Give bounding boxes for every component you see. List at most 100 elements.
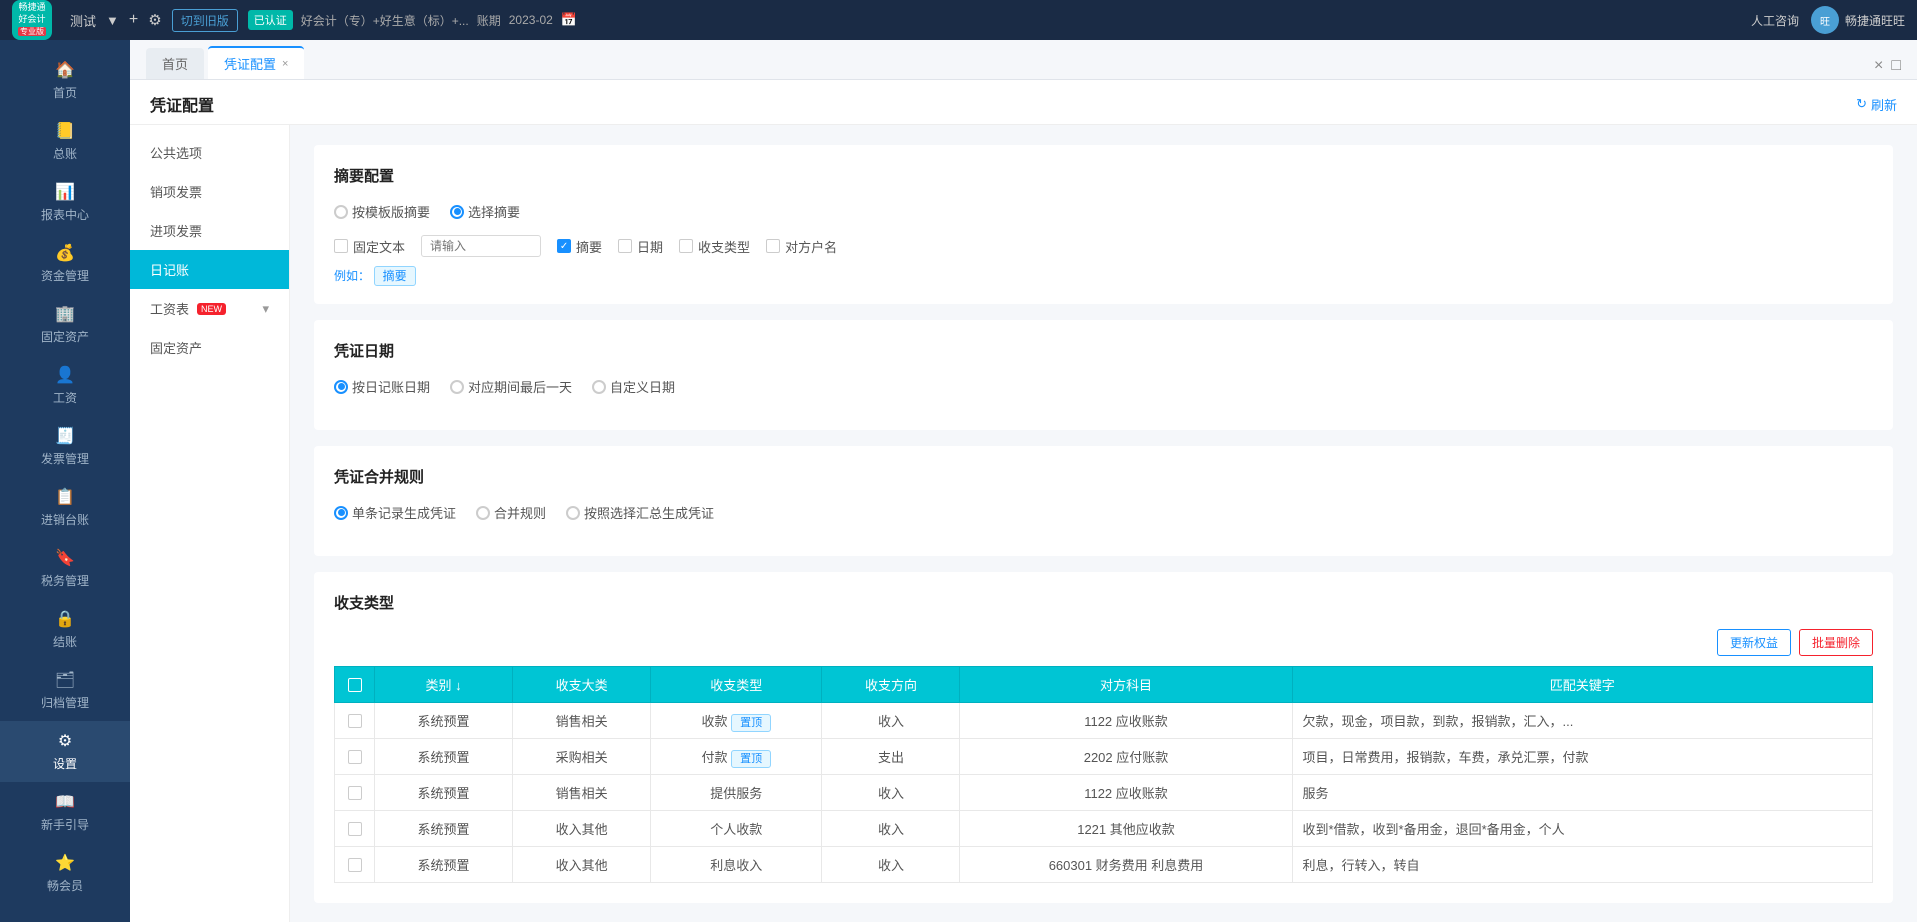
- sidebar-label-settings: 设置: [53, 755, 77, 772]
- checkbox-box-summary: ✓: [557, 239, 571, 253]
- radio-template-label: 按模板版摘要: [352, 202, 430, 221]
- tab-expand-button[interactable]: □: [1891, 57, 1901, 75]
- pin-tag[interactable]: 置顶: [731, 750, 771, 768]
- row-checkbox[interactable]: [348, 822, 362, 836]
- header-checkbox[interactable]: [348, 678, 362, 692]
- radio-merge-rule[interactable]: 合并规则: [476, 503, 546, 522]
- left-menu-item-payroll[interactable]: 工资表 NEW ▾: [130, 289, 289, 328]
- batch-delete-button[interactable]: 批量删除: [1799, 629, 1873, 656]
- th-checkbox: [335, 667, 375, 703]
- sidebar-item-ledger[interactable]: 📒 总账: [0, 111, 130, 172]
- radio-single-record[interactable]: 单条记录生成凭证: [334, 503, 456, 522]
- radio-template-summary[interactable]: 按模板版摘要: [334, 202, 430, 221]
- table-row: 系统预置 销售相关 收款 置顶 收入 1122 应收账款 欠款，现金，项目款，到…: [335, 703, 1873, 739]
- left-menu-item-journal[interactable]: 日记账: [130, 250, 289, 289]
- radio-journal-date[interactable]: 按日记账日期: [334, 377, 430, 396]
- radio-merge-label: 合并规则: [494, 503, 546, 522]
- radio-select-summary[interactable]: 选择摘要: [450, 202, 520, 221]
- pin-tag[interactable]: 置顶: [731, 714, 771, 732]
- left-menu-label-sales-invoice: 销项发票: [150, 182, 202, 201]
- guide-icon: 📖: [55, 792, 75, 812]
- user-profile[interactable]: 旺 畅捷通旺旺: [1811, 6, 1905, 34]
- cell-checkbox[interactable]: [335, 847, 375, 883]
- row-checkbox[interactable]: [348, 858, 362, 872]
- th-category[interactable]: 类别 ↓: [375, 667, 513, 703]
- voucher-date-radio-group: 按日记账日期 对应期间最后一天 自定义日期: [334, 377, 1873, 396]
- update-button[interactable]: 更新权益: [1717, 629, 1791, 656]
- sidebar-item-sales[interactable]: 📋 进销台账: [0, 477, 130, 538]
- summary-checkbox-row: 固定文本 ✓ 摘要 日期 收支类型: [334, 235, 1873, 257]
- cell-keyword: 利息，行转入，转自: [1292, 847, 1873, 883]
- cell-direction: 收入: [822, 811, 960, 847]
- tab-close-window-button[interactable]: ×: [1874, 57, 1883, 75]
- sidebar-label-member: 畅会员: [47, 877, 83, 894]
- radio-summary-generate[interactable]: 按照选择汇总生成凭证: [566, 503, 714, 522]
- certified-tag: 已认证: [248, 10, 293, 30]
- cell-keyword: 项目，日常费用，报销款，车费，承兑汇票，付款: [1292, 739, 1873, 775]
- table-header-row: 更新权益 批量删除: [334, 629, 1873, 656]
- th-type: 收支类型: [651, 667, 822, 703]
- left-menu-item-fixed-assets[interactable]: 固定资产: [130, 328, 289, 367]
- cell-checkbox[interactable]: [335, 811, 375, 847]
- radio-summary-gen-label: 按照选择汇总生成凭证: [584, 503, 714, 522]
- sidebar-item-funds[interactable]: 💰 资金管理: [0, 233, 130, 294]
- sidebar-item-close[interactable]: 🔒 结账: [0, 599, 130, 660]
- left-menu-item-purchase-invoice[interactable]: 进项发票: [130, 211, 289, 250]
- sidebar-item-archive[interactable]: 🗂 归档管理: [0, 660, 130, 721]
- checkbox-summary[interactable]: ✓ 摘要: [557, 237, 602, 256]
- ledger-icon: 📒: [55, 121, 75, 141]
- settings-icon[interactable]: ⚙: [148, 11, 161, 29]
- consult-button[interactable]: 人工咨询: [1751, 12, 1799, 29]
- content-wrapper: 公共选项 销项发票 进项发票 日记账 工资表 NEW ▾ 固定资产: [130, 125, 1917, 922]
- checkbox-box-date: [618, 239, 632, 253]
- left-menu-label-journal: 日记账: [150, 260, 189, 279]
- sidebar-item-reports[interactable]: 📊 报表中心: [0, 172, 130, 233]
- row-checkbox[interactable]: [348, 750, 362, 764]
- sidebar-label-tax: 税务管理: [41, 572, 89, 589]
- cell-counterpart: 2202 应付账款: [960, 739, 1292, 775]
- checkbox-payment-type[interactable]: 收支类型: [679, 237, 750, 256]
- example-row: 例如： 摘要: [334, 267, 1873, 284]
- main-area: 首页 凭证配置 × × □ 凭证配置 ↻ 刷新 公共选项: [130, 40, 1917, 922]
- checkbox-counterpart[interactable]: 对方户名: [766, 237, 837, 256]
- sidebar-item-home[interactable]: 🏠 首页: [0, 50, 130, 111]
- switch-version-button[interactable]: 切到旧版: [172, 9, 238, 32]
- sidebar-item-settings[interactable]: ⚙ 设置: [0, 721, 130, 782]
- left-menu-item-public[interactable]: 公共选项: [130, 133, 289, 172]
- summary-config-section: 摘要配置 按模板版摘要 选择摘要: [314, 145, 1893, 304]
- sidebar-item-guide[interactable]: 📖 新手引导: [0, 782, 130, 843]
- tab-home-label: 首页: [162, 54, 188, 73]
- dropdown-icon[interactable]: ▼: [106, 13, 119, 28]
- row-checkbox[interactable]: [348, 786, 362, 800]
- cell-checkbox[interactable]: [335, 703, 375, 739]
- refresh-button[interactable]: ↻ 刷新: [1856, 95, 1897, 114]
- sidebar-item-invoice-mgmt[interactable]: 🧾 发票管理: [0, 416, 130, 477]
- calendar-icon[interactable]: 📅: [561, 12, 577, 28]
- sidebar-item-member[interactable]: ⭐ 畅会员: [0, 843, 130, 904]
- radio-circle-summary-gen: [566, 506, 580, 520]
- radio-period-last-day[interactable]: 对应期间最后一天: [450, 377, 572, 396]
- sidebar-item-tax[interactable]: 🔖 税务管理: [0, 538, 130, 599]
- checkbox-date[interactable]: 日期: [618, 237, 663, 256]
- cell-checkbox[interactable]: [335, 775, 375, 811]
- tab-close-button[interactable]: ×: [282, 58, 288, 70]
- sidebar-label-archive: 归档管理: [41, 694, 89, 711]
- add-icon[interactable]: +: [129, 11, 138, 29]
- sidebar-item-salary[interactable]: 👤 工资: [0, 355, 130, 416]
- radio-custom-date[interactable]: 自定义日期: [592, 377, 675, 396]
- fixed-text-input[interactable]: [421, 235, 541, 257]
- salary-icon: 👤: [55, 365, 75, 385]
- cell-direction: 收入: [822, 847, 960, 883]
- radio-circle-custom: [592, 380, 606, 394]
- funds-icon: 💰: [55, 243, 75, 263]
- tab-home[interactable]: 首页: [146, 48, 204, 79]
- row-checkbox[interactable]: [348, 714, 362, 728]
- right-content: 摘要配置 按模板版摘要 选择摘要: [290, 125, 1917, 922]
- sidebar-item-assets[interactable]: 🏢 固定资产: [0, 294, 130, 355]
- period-label: 账期: [477, 12, 501, 29]
- cell-checkbox[interactable]: [335, 739, 375, 775]
- left-menu-item-sales-invoice[interactable]: 销项发票: [130, 172, 289, 211]
- checkbox-fixed-text[interactable]: 固定文本: [334, 237, 405, 256]
- tab-voucher-config[interactable]: 凭证配置 ×: [208, 46, 304, 79]
- th-direction: 收支方向: [822, 667, 960, 703]
